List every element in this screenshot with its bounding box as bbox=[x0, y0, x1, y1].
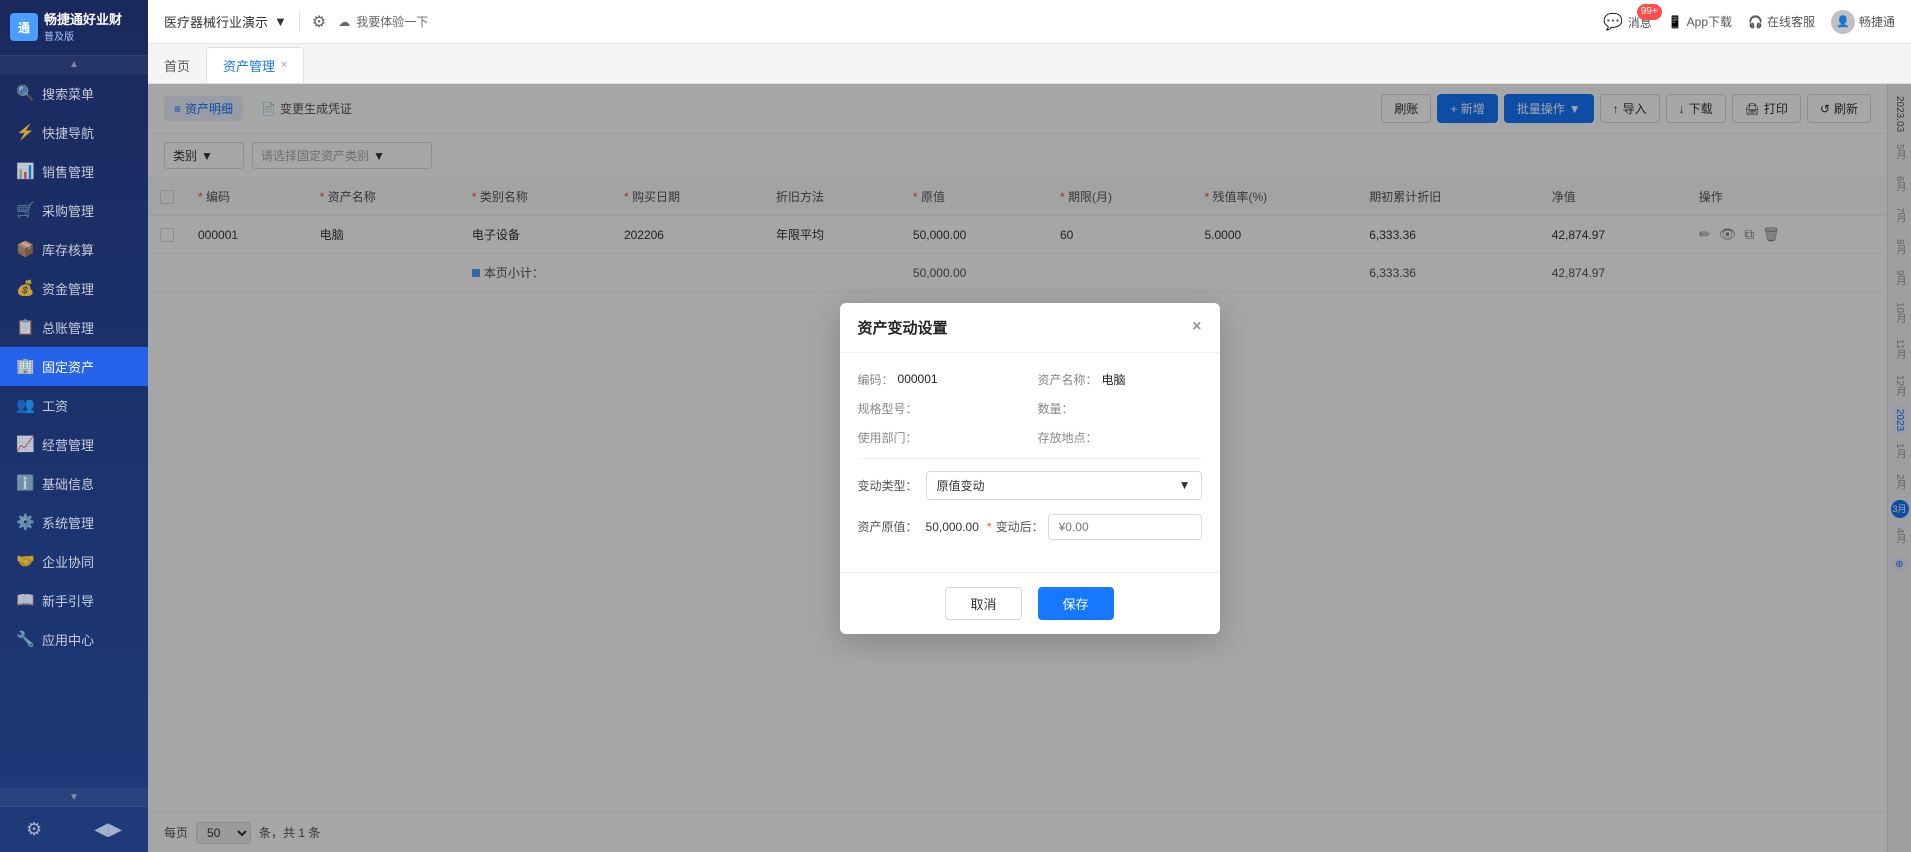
collapse-button[interactable]: ◀▶ bbox=[86, 815, 130, 844]
dialog-header: 资产变动设置 × bbox=[840, 303, 1220, 353]
dialog-footer: 取消 保存 bbox=[840, 572, 1220, 634]
dialog-change-type-row: 变动类型： 原值变动 ▼ bbox=[858, 471, 1202, 500]
logo-text: 畅捷通好业财 普及版 bbox=[44, 12, 122, 43]
sidebar-item-app-center[interactable]: 🔧 应用中心 bbox=[0, 620, 148, 659]
app-center-icon: 🔧 bbox=[16, 630, 34, 648]
notification-badge: 99+ bbox=[1637, 4, 1662, 20]
experience-button[interactable]: ☁ 我要体验一下 bbox=[338, 13, 428, 30]
modal-overlay: 资产变动设置 × 编码： 000001 资产名称： 电脑 bbox=[148, 84, 1911, 852]
purchase-icon: 🛒 bbox=[16, 201, 34, 219]
dialog-spec-cell: 规格型号： bbox=[858, 400, 1022, 417]
quicknav-icon: ⚡ bbox=[16, 123, 34, 141]
sidebar-item-inventory[interactable]: 📦 库存核算 bbox=[0, 230, 148, 269]
required-star: * bbox=[987, 520, 992, 534]
sidebar-item-finance[interactable]: 💰 资金管理 bbox=[0, 269, 148, 308]
settings-button[interactable]: ⚙ bbox=[18, 815, 50, 844]
system-icon: ⚙️ bbox=[16, 513, 34, 531]
guide-icon: 📖 bbox=[16, 591, 34, 609]
company-name: 医疗器械行业演示 bbox=[164, 12, 268, 31]
tabbar: 首页 资产管理 × bbox=[148, 44, 1911, 84]
sales-icon: 📊 bbox=[16, 162, 34, 180]
asset-change-dialog: 资产变动设置 × 编码： 000001 资产名称： 电脑 bbox=[840, 303, 1220, 634]
dialog-info-row-2: 规格型号： 数量： bbox=[858, 400, 1202, 417]
search-icon: 🔍 bbox=[16, 84, 34, 102]
tab-asset-mgmt[interactable]: 资产管理 × bbox=[206, 47, 304, 83]
dialog-name-cell: 资产名称： 电脑 bbox=[1038, 371, 1202, 388]
sidebar-item-purchase[interactable]: 🛒 采购管理 bbox=[0, 191, 148, 230]
dialog-title: 资产变动设置 bbox=[858, 317, 948, 338]
online-service-button[interactable]: 🎧 在线客服 bbox=[1748, 13, 1815, 30]
sidebar-item-quicknav[interactable]: ⚡ 快捷导航 bbox=[0, 113, 148, 152]
company-dropdown-icon: ▼ bbox=[274, 14, 287, 29]
cancel-button[interactable]: 取消 bbox=[945, 587, 1021, 620]
sidebar: 通 畅捷通好业财 普及版 ▲ 🔍 搜索菜单 ⚡ 快捷导航 📊 销售管理 🛒 采购… bbox=[0, 0, 148, 852]
service-icon: 🎧 bbox=[1748, 15, 1763, 29]
dialog-close-button[interactable]: × bbox=[1192, 318, 1201, 336]
notifications-button[interactable]: 💬 99+ 消息 bbox=[1603, 12, 1651, 32]
tab-close-icon[interactable]: × bbox=[281, 59, 287, 71]
basic-info-icon: ℹ️ bbox=[16, 474, 34, 492]
save-button[interactable]: 保存 bbox=[1038, 587, 1114, 620]
experience-icon: ☁ bbox=[338, 15, 350, 29]
dialog-code-cell: 编码： 000001 bbox=[858, 371, 1022, 388]
fixed-assets-icon: 🏢 bbox=[16, 357, 34, 375]
sidebar-item-basic-info[interactable]: ℹ️ 基础信息 bbox=[0, 464, 148, 503]
sidebar-item-system[interactable]: ⚙️ 系统管理 bbox=[0, 503, 148, 542]
sidebar-item-collab[interactable]: 🤝 企业协同 bbox=[0, 542, 148, 581]
dialog-body: 编码： 000001 资产名称： 电脑 规格型号： bbox=[840, 353, 1220, 572]
asset-value-label: 资产原值： bbox=[858, 518, 918, 535]
change-type-select[interactable]: 原值变动 ▼ bbox=[926, 471, 1202, 500]
sidebar-scroll-down[interactable]: ▼ bbox=[0, 788, 148, 806]
user-menu[interactable]: 👤 畅捷通 bbox=[1831, 10, 1895, 34]
company-selector[interactable]: 医疗器械行业演示 ▼ bbox=[164, 12, 287, 31]
inventory-icon: 📦 bbox=[16, 240, 34, 258]
sidebar-scroll-up[interactable]: ▲ bbox=[0, 56, 148, 74]
sidebar-item-search[interactable]: 🔍 搜索菜单 bbox=[0, 74, 148, 113]
sidebar-item-payroll[interactable]: 👥 工资 bbox=[0, 386, 148, 425]
sidebar-item-fixed-assets[interactable]: 🏢 固定资产 bbox=[0, 347, 148, 386]
topbar: 医疗器械行业演示 ▼ ⚙ ☁ 我要体验一下 💬 99+ 消息 📱 App下载 🎧… bbox=[148, 0, 1911, 44]
collab-icon: 🤝 bbox=[16, 552, 34, 570]
sidebar-item-operations[interactable]: 📈 经营管理 bbox=[0, 425, 148, 464]
change-type-label: 变动类型： bbox=[858, 477, 918, 494]
dialog-dept-cell: 使用部门： bbox=[858, 429, 1022, 446]
dialog-location-cell: 存放地点： bbox=[1038, 429, 1202, 446]
content-area: ≡ 资产明细 📄 变更生成凭证 刷账 + 新增 批量操作 ▼ bbox=[148, 84, 1911, 852]
topbar-right: 💬 99+ 消息 📱 App下载 🎧 在线客服 👤 畅捷通 bbox=[1603, 10, 1895, 34]
sidebar-bottom: ⚙ ◀▶ bbox=[0, 806, 148, 852]
ledger-icon: 📋 bbox=[16, 318, 34, 336]
download-icon: 📱 bbox=[1668, 15, 1683, 29]
dialog-info-row-1: 编码： 000001 资产名称： 电脑 bbox=[858, 371, 1202, 388]
finance-icon: 💰 bbox=[16, 279, 34, 297]
logo-icon: 通 bbox=[10, 13, 38, 41]
asset-value-display: 50,000.00 bbox=[926, 520, 979, 534]
dialog-divider bbox=[858, 458, 1202, 459]
main-area: 医疗器械行业演示 ▼ ⚙ ☁ 我要体验一下 💬 99+ 消息 📱 App下载 🎧… bbox=[148, 0, 1911, 852]
avatar: 👤 bbox=[1831, 10, 1855, 34]
dialog-asset-value-row: 资产原值： 50,000.00 * 变动后： bbox=[858, 514, 1202, 540]
sidebar-item-sales[interactable]: 📊 销售管理 bbox=[0, 152, 148, 191]
tab-home[interactable]: 首页 bbox=[148, 47, 206, 83]
sidebar-item-guide[interactable]: 📖 新手引导 bbox=[0, 581, 148, 620]
sidebar-item-ledger[interactable]: 📋 总账管理 bbox=[0, 308, 148, 347]
operations-icon: 📈 bbox=[16, 435, 34, 453]
dialog-info-row-3: 使用部门： 存放地点： bbox=[858, 429, 1202, 446]
sidebar-logo: 通 畅捷通好业财 普及版 bbox=[0, 0, 148, 56]
payroll-icon: 👥 bbox=[16, 396, 34, 414]
settings-icon[interactable]: ⚙ bbox=[312, 12, 326, 32]
notification-icon: 💬 bbox=[1603, 14, 1623, 31]
after-change-label: 变动后： bbox=[996, 518, 1044, 535]
change-type-arrow-icon: ▼ bbox=[1179, 478, 1191, 492]
after-change-input[interactable] bbox=[1048, 514, 1202, 540]
dialog-quantity-cell: 数量： bbox=[1038, 400, 1202, 417]
sidebar-nav: 🔍 搜索菜单 ⚡ 快捷导航 📊 销售管理 🛒 采购管理 📦 库存核算 💰 资金管… bbox=[0, 74, 148, 788]
app-download-button[interactable]: 📱 App下载 bbox=[1668, 13, 1732, 30]
topbar-divider bbox=[299, 12, 300, 32]
